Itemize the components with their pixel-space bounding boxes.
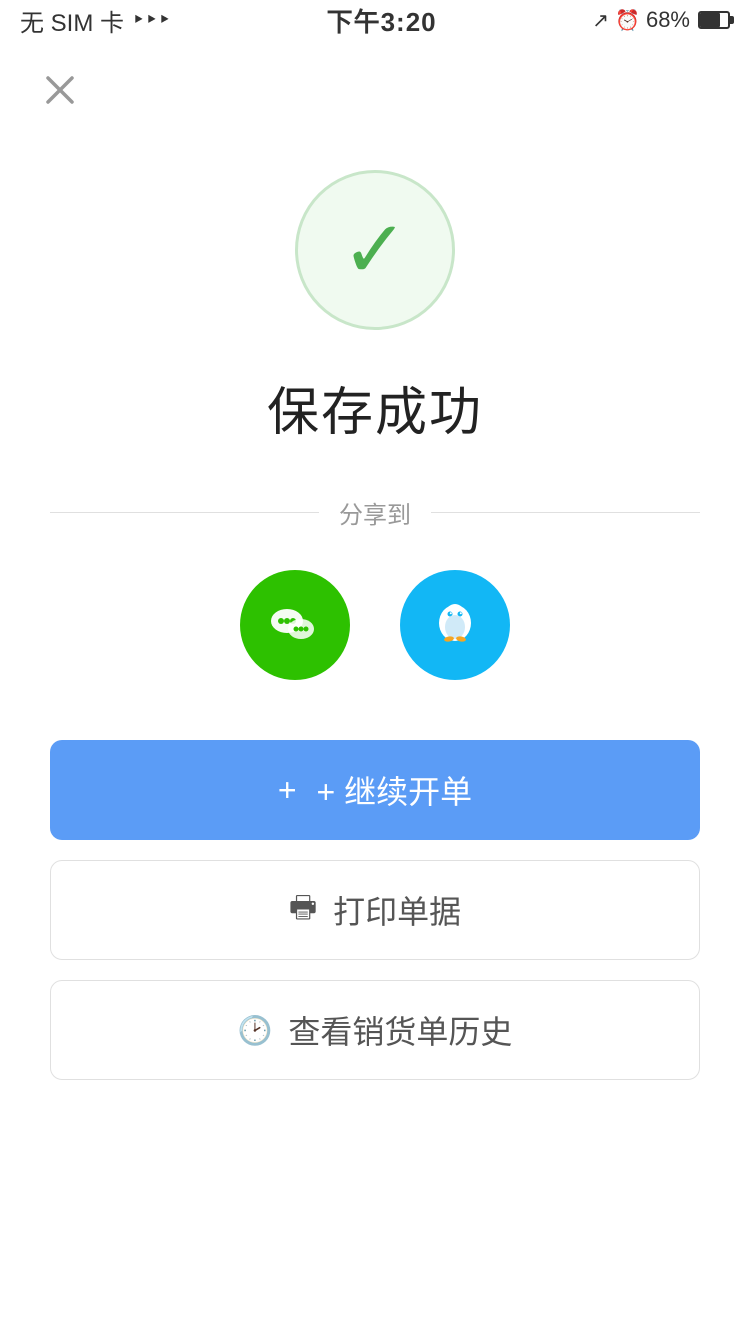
share-divider: 分享到 <box>50 495 700 530</box>
plus-icon: + <box>278 772 297 809</box>
qq-icon <box>425 595 485 655</box>
wifi-icon: ‣‣‣ <box>132 7 171 33</box>
continue-button[interactable]: + + 继续开单 <box>50 740 700 840</box>
success-circle: ✓ <box>295 170 455 330</box>
share-wechat-button[interactable] <box>240 570 350 680</box>
status-left: 无 SIM 卡 ‣‣‣ <box>20 3 171 38</box>
printer-icon: 🖶 <box>289 885 317 936</box>
clock-icon: 🕑 <box>238 1014 273 1047</box>
checkmark-icon: ✓ <box>341 210 408 290</box>
success-title: 保存成功 <box>267 370 483 445</box>
share-divider-text: 分享到 <box>339 495 411 530</box>
status-bar: 无 SIM 卡 ‣‣‣ 下午3:20 ↗ ⏰ 68% <box>0 0 750 40</box>
history-button-label: 查看销货单历史 <box>288 1007 512 1053</box>
status-right: ↗ ⏰ 68% <box>592 7 730 33</box>
main-content: ✓ 保存成功 分享到 <box>0 120 750 1334</box>
battery-text: 68% <box>646 7 690 33</box>
close-button[interactable] <box>30 60 90 120</box>
history-button[interactable]: 🕑 查看销货单历史 <box>50 980 700 1080</box>
divider-line-left <box>50 512 319 513</box>
print-button-label: 打印单据 <box>333 887 461 933</box>
print-button[interactable]: 🖶 打印单据 <box>50 860 700 960</box>
close-icon <box>42 72 78 108</box>
wechat-icon <box>265 595 325 655</box>
alarm-icon: ⏰ <box>615 8 640 33</box>
share-qq-button[interactable] <box>400 570 510 680</box>
share-icons-row <box>240 570 510 680</box>
action-buttons: + + 继续开单 🖶 打印单据 🕑 查看销货单历史 <box>50 740 700 1080</box>
location-icon: ↗ <box>592 8 609 33</box>
continue-button-label: + 继续开单 <box>317 767 473 813</box>
divider-line-right <box>431 512 700 513</box>
battery-icon <box>698 11 730 29</box>
status-time: 下午3:20 <box>327 2 437 39</box>
no-sim-text: 无 SIM 卡 <box>20 3 124 38</box>
